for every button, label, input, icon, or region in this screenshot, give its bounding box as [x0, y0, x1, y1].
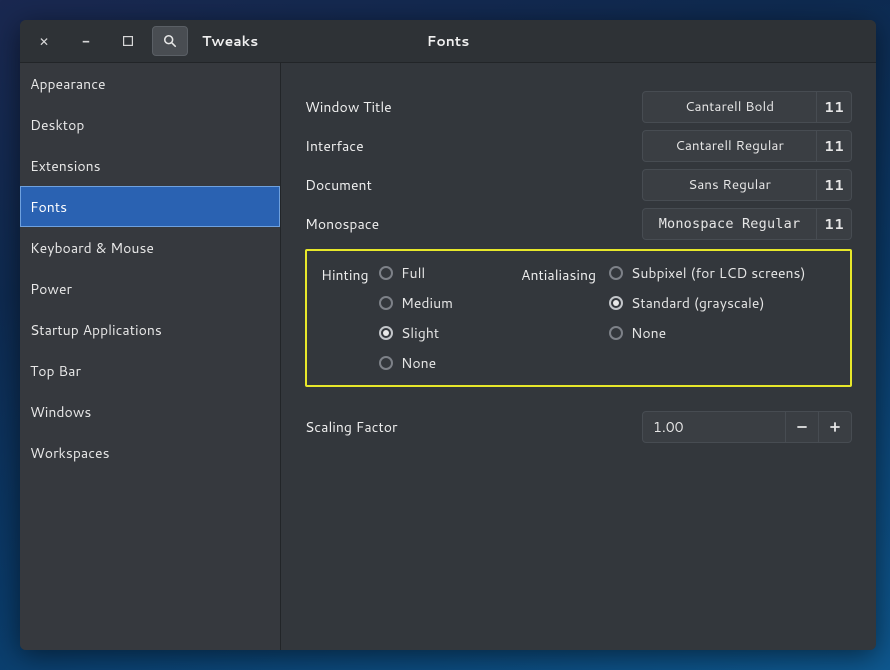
- sidebar-item-label: Desktop: [30, 115, 84, 135]
- minimize-icon: _: [82, 27, 90, 47]
- sidebar-item-label: Appearance: [30, 74, 106, 94]
- scaling-factor-spinner[interactable]: 1.00: [642, 411, 852, 443]
- window-close-button[interactable]: ✕: [26, 26, 62, 56]
- sidebar-item-label: Top Bar: [30, 361, 81, 381]
- window-minimize-button[interactable]: _: [68, 26, 104, 56]
- radio-icon: [609, 326, 623, 340]
- font-row: InterfaceCantarell Regular11: [305, 126, 852, 165]
- font-size: 11: [816, 131, 851, 161]
- hinting-radio-full[interactable]: Full: [379, 263, 453, 283]
- font-name: Sans Regular: [643, 175, 816, 194]
- sidebar-item-top-bar[interactable]: Top Bar: [20, 350, 280, 391]
- font-size: 11: [816, 92, 851, 122]
- sidebar-item-power[interactable]: Power: [20, 268, 280, 309]
- search-icon: [163, 34, 177, 48]
- font-name: Monospace Regular: [643, 216, 816, 232]
- sidebar-item-label: Power: [30, 279, 72, 299]
- radio-label: None: [631, 323, 666, 343]
- sidebar-item-label: Windows: [30, 402, 91, 422]
- font-row-label: Window Title: [305, 97, 642, 117]
- sidebar-item-fonts[interactable]: Fonts: [20, 186, 280, 227]
- radio-label: Full: [401, 263, 425, 283]
- font-row: DocumentSans Regular11: [305, 165, 852, 204]
- font-size: 11: [816, 170, 851, 200]
- sidebar-item-label: Extensions: [30, 156, 101, 176]
- radio-icon: [379, 356, 393, 370]
- scaling-factor-label: Scaling Factor: [305, 417, 642, 437]
- font-row: Window TitleCantarell Bold11: [305, 87, 852, 126]
- sidebar-item-desktop[interactable]: Desktop: [20, 104, 280, 145]
- hinting-radio-slight[interactable]: Slight: [379, 323, 453, 343]
- maximize-icon: [123, 36, 133, 46]
- radio-icon: [609, 266, 623, 280]
- rendering-highlight-box: Hinting Full Medium Slight None Antialiasin…: [305, 249, 852, 387]
- hinting-radio-none[interactable]: None: [379, 353, 453, 373]
- radio-icon: [379, 296, 393, 310]
- font-chooser-button[interactable]: Cantarell Regular11: [642, 130, 852, 162]
- antialiasing-radio-none[interactable]: None: [609, 323, 806, 343]
- scaling-increment-button[interactable]: [818, 412, 851, 442]
- antialiasing-radio-subpixel-for-lcd-screens[interactable]: Subpixel (for LCD screens): [609, 263, 806, 283]
- window-maximize-button[interactable]: [110, 26, 146, 56]
- search-button[interactable]: [152, 26, 188, 56]
- sidebar-item-workspaces[interactable]: Workspaces: [20, 432, 280, 473]
- antialiasing-options: Subpixel (for LCD screens) Standard (gray…: [609, 263, 806, 373]
- sidebar-item-label: Fonts: [30, 197, 67, 217]
- hinting-label: Hinting: [321, 263, 379, 373]
- sidebar-item-label: Keyboard & Mouse: [30, 238, 154, 258]
- antialiasing-label: Antialiasing: [521, 263, 609, 373]
- close-icon: ✕: [39, 33, 49, 50]
- radio-icon: [379, 266, 393, 280]
- content-panel: Window TitleCantarell Bold11InterfaceCan…: [281, 63, 876, 650]
- radio-label: Standard (grayscale): [631, 293, 765, 313]
- radio-icon: [379, 326, 393, 340]
- sidebar-item-windows[interactable]: Windows: [20, 391, 280, 432]
- radio-icon: [609, 296, 623, 310]
- sidebar: Appearance Desktop Extensions Fonts Keyboard…: [20, 63, 281, 650]
- font-row-label: Monospace: [305, 214, 642, 234]
- font-chooser-button[interactable]: Cantarell Bold11: [642, 91, 852, 123]
- font-name: Cantarell Regular: [643, 136, 816, 155]
- sidebar-item-startup-applications[interactable]: Startup Applications: [20, 309, 280, 350]
- font-size: 11: [816, 209, 851, 239]
- sidebar-item-extensions[interactable]: Extensions: [20, 145, 280, 186]
- app-title: Tweaks: [202, 31, 258, 51]
- font-row: MonospaceMonospace Regular11: [305, 204, 852, 243]
- radio-label: Medium: [401, 293, 453, 313]
- hinting-options: Full Medium Slight None: [379, 263, 453, 373]
- font-row-label: Interface: [305, 136, 642, 156]
- sidebar-item-keyboard-mouse[interactable]: Keyboard & Mouse: [20, 227, 280, 268]
- titlebar: ✕ _ Tweaks Fonts: [20, 20, 876, 63]
- radio-label: None: [401, 353, 436, 373]
- sidebar-item-label: Workspaces: [30, 443, 110, 463]
- font-name: Cantarell Bold: [643, 97, 816, 116]
- radio-label: Subpixel (for LCD screens): [631, 263, 806, 283]
- sidebar-item-appearance[interactable]: Appearance: [20, 63, 280, 104]
- font-chooser-button[interactable]: Monospace Regular11: [642, 208, 852, 240]
- tweaks-window: ✕ _ Tweaks Fonts Appearance Desktop Extens…: [20, 20, 876, 650]
- scaling-factor-value: 1.00: [643, 412, 785, 442]
- scaling-decrement-button[interactable]: [785, 412, 818, 442]
- radio-label: Slight: [401, 323, 439, 343]
- font-chooser-button[interactable]: Sans Regular11: [642, 169, 852, 201]
- font-row-label: Document: [305, 175, 642, 195]
- plus-icon: [830, 422, 840, 432]
- sidebar-item-label: Startup Applications: [30, 320, 162, 340]
- hinting-radio-medium[interactable]: Medium: [379, 293, 453, 313]
- antialiasing-radio-standard-grayscale[interactable]: Standard (grayscale): [609, 293, 806, 313]
- minus-icon: [797, 422, 807, 432]
